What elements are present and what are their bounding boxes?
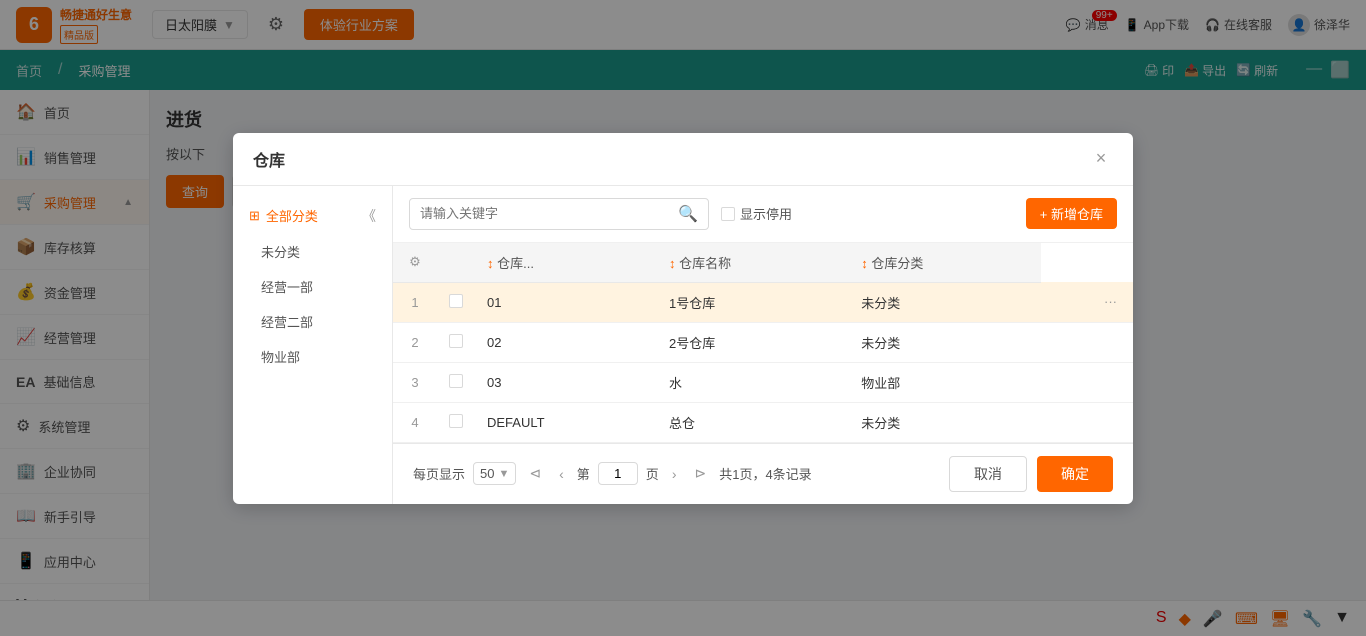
row-code: 03 (475, 362, 657, 402)
row-action[interactable] (1041, 402, 1133, 442)
dialog-title: 仓库 (253, 147, 285, 171)
dialog-category-sidebar: ⊞ 全部分类 《 未分类 经营一部 经营二部 物业部 (233, 186, 393, 504)
row-index: 4 (393, 402, 437, 442)
dialog-action-buttons: 取消 确定 (949, 456, 1113, 492)
dialog-header: 仓库 × (233, 133, 1133, 186)
show-disabled-label: 显示停用 (740, 204, 792, 223)
total-label: 共1页，4条记录 (719, 464, 811, 483)
grid-icon: ⊞ (249, 208, 260, 224)
row-code: 01 (475, 282, 657, 322)
page-unit: 页 (646, 464, 659, 483)
row-category: 物业部 (849, 362, 1041, 402)
col-code: ↕ 仓库... (475, 243, 657, 283)
show-disabled-toggle[interactable]: 显示停用 (721, 204, 792, 223)
warehouse-dialog: 仓库 × ⊞ 全部分类 《 未分类 经营一部 经营二部 物业部 (233, 133, 1133, 504)
prev-page-btn[interactable]: ‹ (554, 464, 569, 484)
search-box[interactable]: 🔍 (409, 198, 709, 230)
row-checkbox[interactable] (449, 294, 463, 308)
row-action[interactable] (1041, 322, 1133, 362)
search-input[interactable] (410, 201, 668, 226)
row-code: DEFAULT (475, 402, 657, 442)
table-row[interactable]: 1 01 1号仓库 未分类 ··· (393, 282, 1133, 322)
col-checkbox (437, 243, 475, 283)
row-index: 3 (393, 362, 437, 402)
per-page-arrow: ▼ (498, 468, 509, 480)
row-name: 2号仓库 (657, 322, 849, 362)
last-page-btn[interactable]: ⊳ (689, 463, 711, 484)
search-button[interactable]: 🔍 (668, 199, 708, 229)
first-page-btn[interactable]: ⊲ (524, 463, 546, 484)
row-index: 1 (393, 282, 437, 322)
collapse-icon[interactable]: 《 (362, 206, 376, 226)
confirm-button[interactable]: 确定 (1037, 456, 1113, 492)
row-action[interactable] (1041, 362, 1133, 402)
row-checkbox-cell[interactable] (437, 402, 475, 442)
row-checkbox-cell[interactable] (437, 322, 475, 362)
col-settings: ⚙ (393, 243, 437, 283)
dialog-overlay: 仓库 × ⊞ 全部分类 《 未分类 经营一部 经营二部 物业部 (0, 0, 1366, 636)
table-row[interactable]: 3 03 水 物业部 (393, 362, 1133, 402)
dialog-close-button[interactable]: × (1089, 147, 1113, 171)
row-checkbox[interactable] (449, 334, 463, 348)
row-category: 未分类 (849, 322, 1041, 362)
page-input[interactable] (598, 462, 638, 485)
row-action[interactable]: ··· (1041, 282, 1133, 322)
row-checkbox-cell[interactable] (437, 282, 475, 322)
dialog-body: ⊞ 全部分类 《 未分类 经营一部 经营二部 物业部 🔍 (233, 186, 1133, 504)
row-index: 2 (393, 322, 437, 362)
col-name: ↕ 仓库名称 (657, 243, 849, 283)
category-item-1[interactable]: 经营一部 (233, 269, 392, 304)
row-name: 水 (657, 362, 849, 402)
show-disabled-checkbox[interactable] (721, 207, 735, 221)
all-category-label: 全部分类 (266, 206, 318, 225)
per-page-label: 每页显示 (413, 464, 465, 483)
col-category: ↕ 仓库分类 (849, 243, 1041, 283)
row-name: 总仓 (657, 402, 849, 442)
per-page-select[interactable]: 50 ▼ (473, 462, 516, 485)
dialog-toolbar: 🔍 显示停用 + 新增仓库 (393, 186, 1133, 243)
pagination: 每页显示 50 ▼ ⊲ ‹ 第 页 › ⊳ 共1页，4条记录 (413, 462, 812, 485)
row-code: 02 (475, 322, 657, 362)
new-warehouse-button[interactable]: + 新增仓库 (1026, 198, 1117, 229)
row-category: 未分类 (849, 282, 1041, 322)
next-page-btn[interactable]: › (667, 464, 682, 484)
dialog-main-content: 🔍 显示停用 + 新增仓库 ⚙ (393, 186, 1133, 504)
cancel-button[interactable]: 取消 (949, 456, 1027, 492)
all-category-header[interactable]: ⊞ 全部分类 《 (233, 198, 392, 234)
row-checkbox[interactable] (449, 374, 463, 388)
row-checkbox[interactable] (449, 414, 463, 428)
category-item-3[interactable]: 物业部 (233, 339, 392, 374)
table-row[interactable]: 4 DEFAULT 总仓 未分类 (393, 402, 1133, 442)
warehouse-table-container: ⚙ ↕ 仓库... ↕ 仓库名称 ↕ 仓库分类 (393, 243, 1133, 443)
warehouse-table: ⚙ ↕ 仓库... ↕ 仓库名称 ↕ 仓库分类 (393, 243, 1133, 443)
per-page-value: 50 (480, 466, 494, 481)
dialog-footer: 每页显示 50 ▼ ⊲ ‹ 第 页 › ⊳ 共1页，4条记录 (393, 443, 1133, 504)
table-row[interactable]: 2 02 2号仓库 未分类 (393, 322, 1133, 362)
row-name: 1号仓库 (657, 282, 849, 322)
page-label: 第 (577, 464, 590, 483)
row-checkbox-cell[interactable] (437, 362, 475, 402)
category-item-0[interactable]: 未分类 (233, 234, 392, 269)
category-item-2[interactable]: 经营二部 (233, 304, 392, 339)
row-category: 未分类 (849, 402, 1041, 442)
